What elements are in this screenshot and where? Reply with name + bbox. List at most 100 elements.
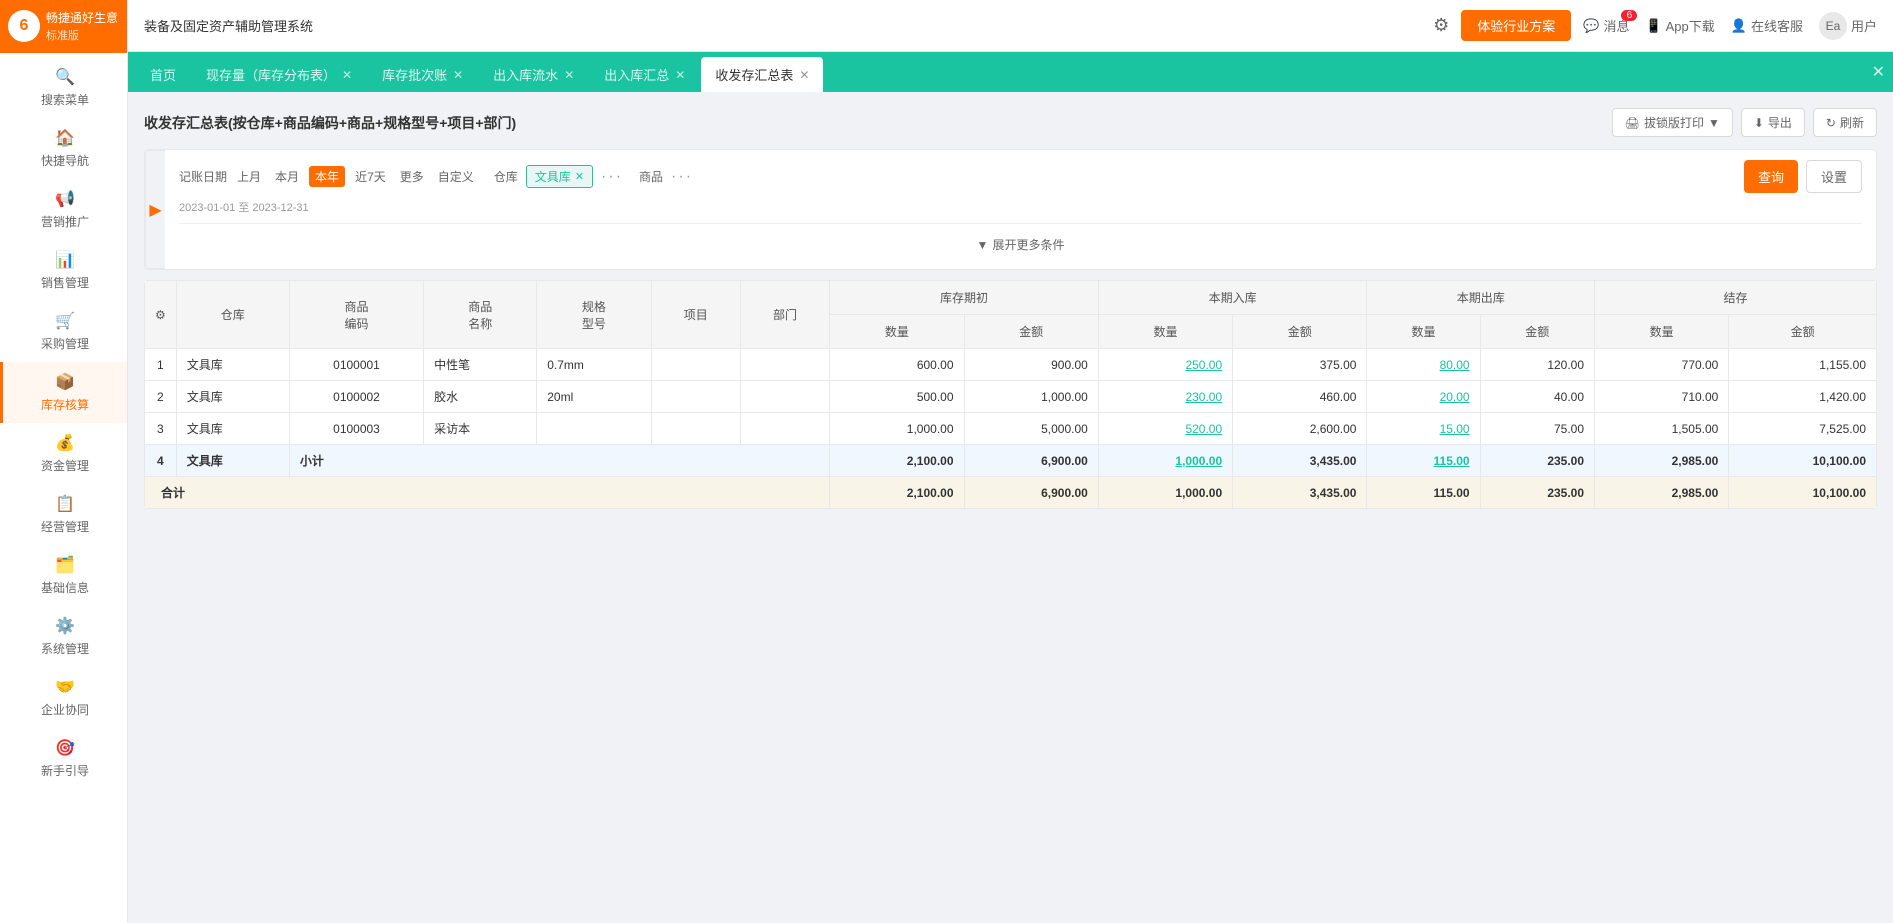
page-actions: 🖨 拔锁版打印 ▼ ⬇ 导出 ↻ 刷新	[1612, 108, 1877, 137]
cell-goods-spec	[537, 413, 651, 445]
cell-in-qty[interactable]: 520.00	[1098, 413, 1232, 445]
settings-icon[interactable]: ⚙	[1433, 15, 1449, 36]
tab-inout-flow[interactable]: 出入库流水✕	[479, 57, 588, 92]
tab-close-icon[interactable]: ✕	[675, 68, 685, 82]
sidebar-item-operations[interactable]: 📋经营管理	[0, 484, 127, 545]
online-service-item[interactable]: 👤 在线客服	[1731, 16, 1803, 35]
subtotal-no: 4	[145, 445, 177, 477]
query-button[interactable]: 查询	[1744, 160, 1798, 193]
goods-more[interactable]: ···	[671, 168, 693, 186]
subtotal-out-qty: 115.00	[1367, 445, 1480, 477]
filter-toggle[interactable]: ▶	[145, 150, 165, 269]
remove-warehouse-tag[interactable]: ✕	[575, 170, 584, 183]
out-qty-link[interactable]: 15.00	[1440, 422, 1470, 436]
sidebar-item-search[interactable]: 🔍搜索菜单	[0, 57, 127, 118]
out-qty-link[interactable]: 20.00	[1440, 390, 1470, 404]
date-btn-custom[interactable]: 自定义	[434, 166, 478, 187]
th-goods-code: 商品编码	[289, 281, 423, 349]
cell-dept	[740, 349, 829, 381]
date-btn-this-month[interactable]: 本月	[271, 166, 303, 187]
th-closing-qty: 数量	[1595, 315, 1729, 349]
sidebar-item-quick-nav[interactable]: 🏠快捷导航	[0, 118, 127, 179]
tab-inout-summary[interactable]: 出入库汇总✕	[590, 57, 699, 92]
th-in: 本期入库	[1098, 281, 1367, 315]
cell-out-qty[interactable]: 20.00	[1367, 381, 1480, 413]
th-goods-spec: 规格型号	[537, 281, 651, 349]
print-button[interactable]: 🖨 拔锁版打印 ▼	[1612, 108, 1733, 137]
sidebar-item-label: 基础信息	[41, 579, 89, 596]
tab-batch-account[interactable]: 库存批次账✕	[368, 57, 477, 92]
in-qty-link[interactable]: 520.00	[1185, 422, 1222, 436]
sidebar-item-inventory[interactable]: 📦库存核算	[0, 362, 127, 423]
subtotal-out-qty-link[interactable]: 115.00	[1434, 454, 1470, 468]
operations-icon: 📋	[55, 494, 75, 514]
tab-close-icon[interactable]: ✕	[342, 68, 352, 82]
date-btn-this-year[interactable]: 本年	[309, 166, 345, 187]
out-qty-link[interactable]: 80.00	[1440, 358, 1470, 372]
experience-button[interactable]: 体验行业方案	[1461, 10, 1571, 41]
close-all-tabs[interactable]: ✕	[1872, 62, 1885, 82]
setting-button[interactable]: 设置	[1806, 160, 1862, 193]
th-settings[interactable]: ⚙	[145, 281, 177, 349]
cell-in-amt: 460.00	[1233, 381, 1367, 413]
warehouse-tag: 文具库 ✕	[526, 165, 593, 188]
cell-goods-spec: 20ml	[537, 381, 651, 413]
expand-more-conditions[interactable]: ▼ 展开更多条件	[179, 230, 1862, 259]
th-warehouse: 仓库	[176, 281, 289, 349]
tab-close-icon[interactable]: ✕	[564, 68, 574, 82]
subtotal-in-qty-link[interactable]: 1,000.00	[1175, 454, 1222, 468]
warehouse-more[interactable]: ···	[601, 168, 623, 186]
cell-opening-amt: 900.00	[964, 349, 1098, 381]
cell-project	[651, 413, 740, 445]
sidebar-item-sales[interactable]: 📊销售管理	[0, 240, 127, 301]
print-icon: 🖨	[1625, 116, 1640, 130]
th-out-amt: 金额	[1480, 315, 1594, 349]
date-btn-more[interactable]: 更多	[396, 166, 428, 187]
in-qty-link[interactable]: 230.00	[1185, 390, 1222, 404]
app-download-item[interactable]: 📱 App下载	[1645, 16, 1714, 35]
export-button[interactable]: ⬇ 导出	[1741, 108, 1805, 137]
sidebar-item-guide[interactable]: 🎯新手引导	[0, 728, 127, 789]
system-title: 装备及固定资产辅助管理系统	[144, 16, 1421, 35]
user-label: 用户	[1851, 16, 1877, 35]
cell-out-qty[interactable]: 15.00	[1367, 413, 1480, 445]
sidebar-item-purchase[interactable]: 🛒采购管理	[0, 301, 127, 362]
sidebar-item-label: 新手引导	[41, 762, 89, 779]
cell-closing-qty: 710.00	[1595, 381, 1729, 413]
tab-close-icon[interactable]: ✕	[453, 68, 463, 82]
tab-home[interactable]: 首页	[136, 57, 190, 92]
th-in-amt: 金额	[1233, 315, 1367, 349]
cell-goods-name: 采访本	[424, 413, 537, 445]
user-item[interactable]: Ea 用户	[1819, 12, 1877, 40]
sidebar-item-system[interactable]: ⚙️系统管理	[0, 606, 127, 667]
cell-closing-amt: 1,420.00	[1729, 381, 1877, 413]
cell-in-qty[interactable]: 250.00	[1098, 349, 1232, 381]
in-qty-link[interactable]: 250.00	[1185, 358, 1222, 372]
refresh-button[interactable]: ↻ 刷新	[1813, 108, 1877, 137]
tab-inventory-dist[interactable]: 现存量（库存分布表）✕	[192, 57, 366, 92]
tab-recv-send-summary[interactable]: 收发存汇总表✕	[701, 57, 823, 92]
subtotal-in-amt: 3,435.00	[1233, 445, 1367, 477]
table-row: 1 文具库 0100001 中性笔 0.7mm 600.00 900.00 25…	[145, 349, 1877, 381]
cell-in-qty[interactable]: 230.00	[1098, 381, 1232, 413]
date-btn-7days[interactable]: 近7天	[351, 166, 390, 187]
sidebar-item-label: 资金管理	[41, 457, 89, 474]
sidebar-item-basic[interactable]: 🗂️基础信息	[0, 545, 127, 606]
th-closing: 结存	[1595, 281, 1877, 315]
tab-close-icon[interactable]: ✕	[799, 68, 809, 82]
subtotal-out-amt: 235.00	[1480, 445, 1594, 477]
cell-out-qty[interactable]: 80.00	[1367, 349, 1480, 381]
sidebar-item-marketing[interactable]: 📢营销推广	[0, 179, 127, 240]
total-opening-qty: 2,100.00	[830, 477, 964, 509]
content-area: 收发存汇总表(按仓库+商品编码+商品+规格型号+项目+部门) 🖨 拔锁版打印 ▼…	[128, 92, 1893, 923]
date-btn-last-month[interactable]: 上月	[233, 166, 265, 187]
cell-goods-code: 0100001	[289, 349, 423, 381]
sidebar-item-enterprise[interactable]: 🤝企业协同	[0, 667, 127, 728]
sidebar-item-finance[interactable]: 💰资金管理	[0, 423, 127, 484]
cell-no: 2	[145, 381, 177, 413]
message-item[interactable]: 💬 消息 6	[1583, 16, 1629, 35]
sidebar-item-label: 快捷导航	[41, 152, 89, 169]
total-out-amt: 235.00	[1480, 477, 1594, 509]
sidebar-item-label: 采购管理	[41, 335, 89, 352]
cell-closing-qty: 1,505.00	[1595, 413, 1729, 445]
